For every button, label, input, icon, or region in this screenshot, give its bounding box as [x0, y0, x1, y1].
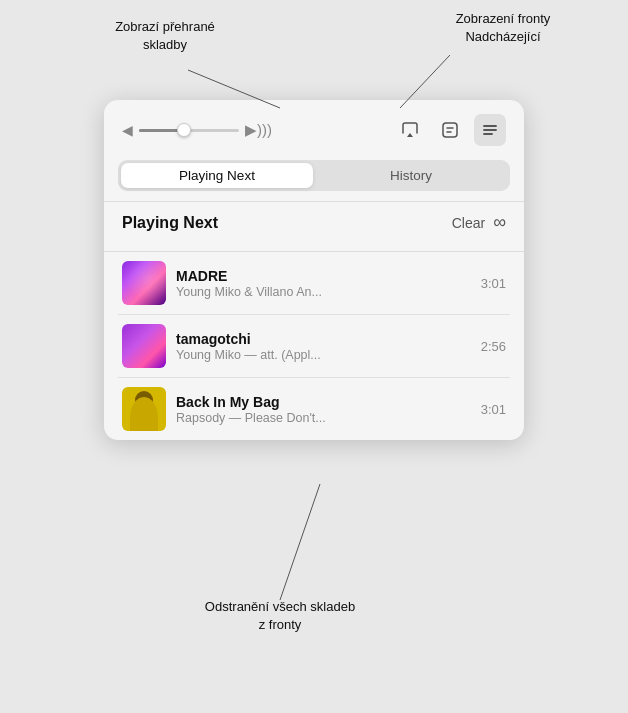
section-title: Playing Next [122, 214, 218, 232]
track-list: MADRE Young Miko & Villano An... 3:01 ta… [104, 252, 524, 440]
volume-thumb[interactable] [177, 123, 191, 137]
svg-line-3 [280, 484, 320, 600]
track-info: Back In My Bag Rapsody — Please Don't... [176, 394, 471, 425]
track-artist: Rapsody — Please Don't... [176, 411, 471, 425]
top-controls-bar: ◀ ▶))) [104, 100, 524, 156]
artwork-detail [130, 397, 158, 431]
volume-slider[interactable] [139, 129, 239, 132]
airplay-icon [400, 120, 420, 140]
track-name: tamagotchi [176, 331, 471, 347]
svg-rect-0 [443, 123, 457, 137]
track-duration: 2:56 [481, 339, 506, 354]
volume-control[interactable]: ◀ ▶))) [122, 121, 394, 139]
annotation-bottom: Odstranění všech skladeb z fronty [200, 598, 360, 634]
track-name: Back In My Bag [176, 394, 471, 410]
track-artwork [122, 261, 166, 305]
track-duration: 3:01 [481, 276, 506, 291]
segment-control: Playing Next History [118, 160, 510, 191]
track-info: MADRE Young Miko & Villano An... [176, 268, 471, 299]
infinity-button[interactable]: ∞ [493, 212, 506, 233]
track-duration: 3:01 [481, 402, 506, 417]
track-item[interactable]: tamagotchi Young Miko — att. (Appl... 2:… [118, 315, 510, 378]
section-actions: Clear ∞ [452, 212, 506, 233]
clear-button[interactable]: Clear [452, 215, 485, 231]
annotation-top-left: Zobrazí přehrané skladby [100, 18, 230, 54]
queue-button[interactable] [474, 114, 506, 146]
annotation-top-right: Zobrazení fronty Nadcházející [433, 10, 573, 46]
queue-icon [480, 120, 500, 140]
track-item[interactable]: Back In My Bag Rapsody — Please Don't...… [118, 378, 510, 440]
section-header: Playing Next Clear ∞ [104, 202, 524, 241]
track-artist: Young Miko — att. (Appl... [176, 348, 471, 362]
volume-low-icon: ◀ [122, 122, 133, 138]
track-item[interactable]: MADRE Young Miko & Villano An... 3:01 [118, 252, 510, 315]
track-artwork [122, 324, 166, 368]
music-queue-panel: ◀ ▶))) [104, 100, 524, 440]
tab-playing-next[interactable]: Playing Next [121, 163, 313, 188]
tab-history[interactable]: History [315, 163, 507, 188]
track-info: tamagotchi Young Miko — att. (Appl... [176, 331, 471, 362]
track-artwork [122, 387, 166, 431]
top-icon-group [394, 114, 506, 146]
lyrics-icon [440, 120, 460, 140]
track-artist: Young Miko & Villano An... [176, 285, 471, 299]
volume-high-icon: ▶))) [245, 121, 272, 139]
volume-fill [139, 129, 179, 132]
track-name: MADRE [176, 268, 471, 284]
lyrics-button[interactable] [434, 114, 466, 146]
airplay-button[interactable] [394, 114, 426, 146]
